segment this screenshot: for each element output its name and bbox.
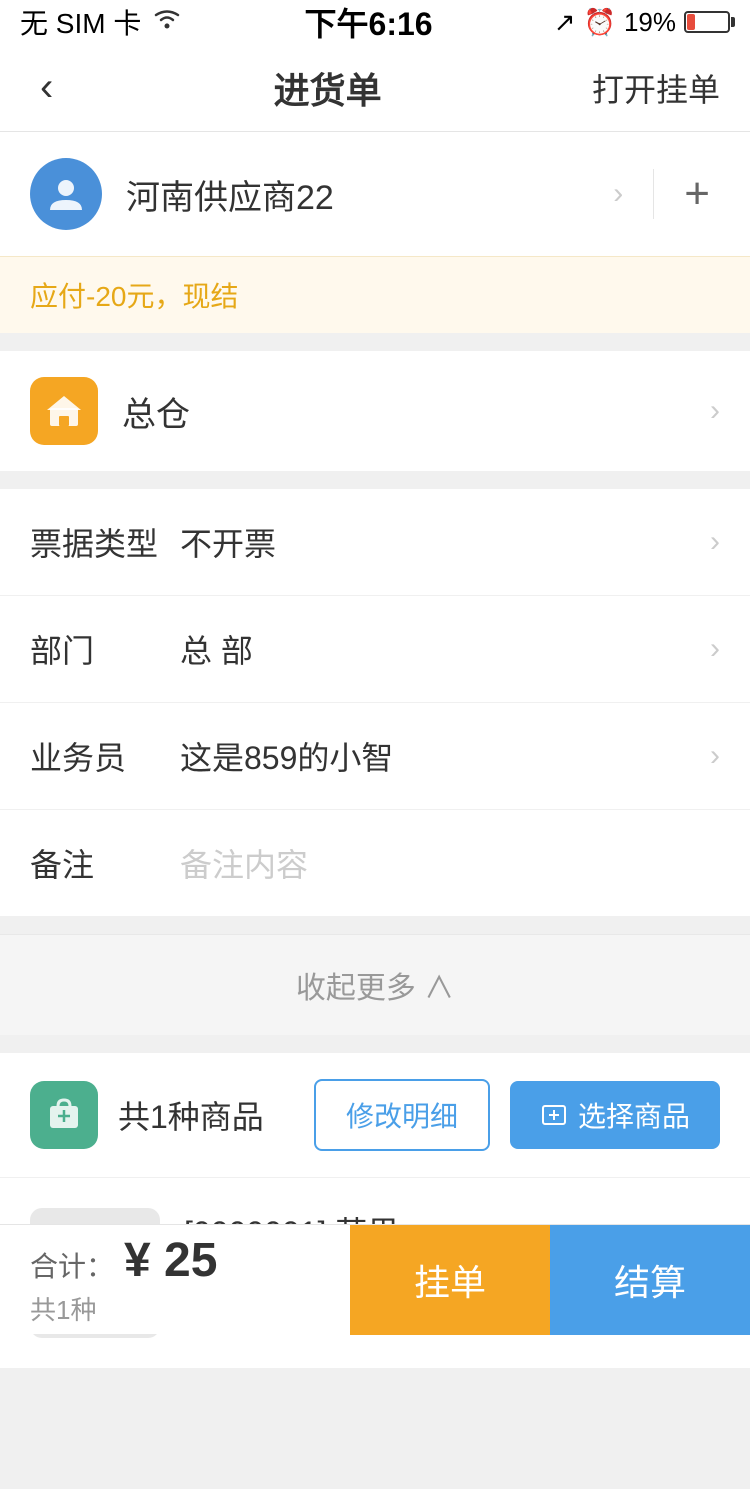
remark-label: 备注 [30,840,160,886]
sales-value: 这是859的小智 [160,733,710,779]
back-button[interactable]: ‹ [30,55,63,120]
nav-bar: ‹ 进货单 打开挂单 [0,44,750,132]
checkout-button[interactable]: 结算 [550,1225,750,1335]
sales-label: 业务员 [30,733,160,779]
supplier-row: 河南供应商22 › + [0,132,750,256]
remark-input[interactable]: 备注内容 [160,840,720,886]
total-amount: 合计： ¥ 25 [30,1233,320,1288]
status-time: 下午6:16 [305,0,433,45]
collapse-label: 收起更多 ∧ [296,972,454,1005]
total-value: ¥ 25 [124,1233,217,1288]
supplier-notice: 应付-20元，现结 [0,256,750,333]
form-section: 票据类型 不开票 › 部门 总 部 › 业务员 这是859的小智 › 备注 备注… [0,489,750,916]
collapse-bar[interactable]: 收起更多 ∧ [0,934,750,1035]
dept-label: 部门 [30,626,160,672]
total-sub: 共1种 [30,1290,320,1327]
battery-percent: 19% [624,7,676,38]
warehouse-name: 总仓 [122,387,710,436]
warehouse-icon [30,377,98,445]
warehouse-row[interactable]: 总仓 › [0,351,750,471]
status-left: 无 SIM 卡 [20,2,183,42]
dept-row[interactable]: 部门 总 部 › [0,596,750,703]
carrier-text: 无 SIM 卡 [20,2,141,42]
status-right: ↗ ⏰ 19% [554,7,730,38]
battery-icon-container [684,11,730,33]
total-section: 合计： ¥ 25 共1种 [0,1233,350,1327]
supplier-arrow-icon: › [613,177,623,211]
select-product-label: 选择商品 [578,1095,690,1135]
product-header: 共1种商品 修改明细 选择商品 [0,1053,750,1178]
warehouse-arrow-icon: › [710,394,720,428]
select-product-button[interactable]: 选择商品 [510,1081,720,1149]
sales-row[interactable]: 业务员 这是859的小智 › [0,703,750,810]
supplier-name[interactable]: 河南供应商22 [126,170,613,219]
product-count: 共1种商品 [118,1092,314,1138]
total-label: 合计： [30,1245,114,1285]
remark-row[interactable]: 备注 备注内容 [0,810,750,916]
alarm-icon: ⏰ [584,7,616,38]
invoice-label: 票据类型 [30,519,160,565]
supplier-section: 河南供应商22 › + 应付-20元，现结 [0,132,750,333]
page-title: 进货单 [274,62,382,114]
invoice-arrow-icon: › [710,525,720,559]
battery-fill [687,14,695,30]
bottom-bar: 合计： ¥ 25 共1种 挂单 结算 [0,1224,750,1334]
location-icon: ↗ [554,7,576,38]
invoice-value: 不开票 [160,519,710,565]
dept-value: 总 部 [160,626,710,672]
dept-arrow-icon: › [710,632,720,666]
product-icon [30,1081,98,1149]
add-supplier-button[interactable]: + [653,169,720,219]
modify-detail-button[interactable]: 修改明细 [314,1079,490,1151]
invoice-row[interactable]: 票据类型 不开票 › [0,489,750,596]
warehouse-section: 总仓 › [0,351,750,471]
supplier-avatar [30,158,102,230]
wifi-icon [151,6,183,38]
sales-arrow-icon: › [710,739,720,773]
hang-order-button[interactable]: 挂单 [350,1225,550,1335]
status-bar: 无 SIM 卡 下午6:16 ↗ ⏰ 19% [0,0,750,44]
open-hang-button[interactable]: 打开挂单 [592,65,720,111]
bottom-spacer [0,1369,750,1489]
